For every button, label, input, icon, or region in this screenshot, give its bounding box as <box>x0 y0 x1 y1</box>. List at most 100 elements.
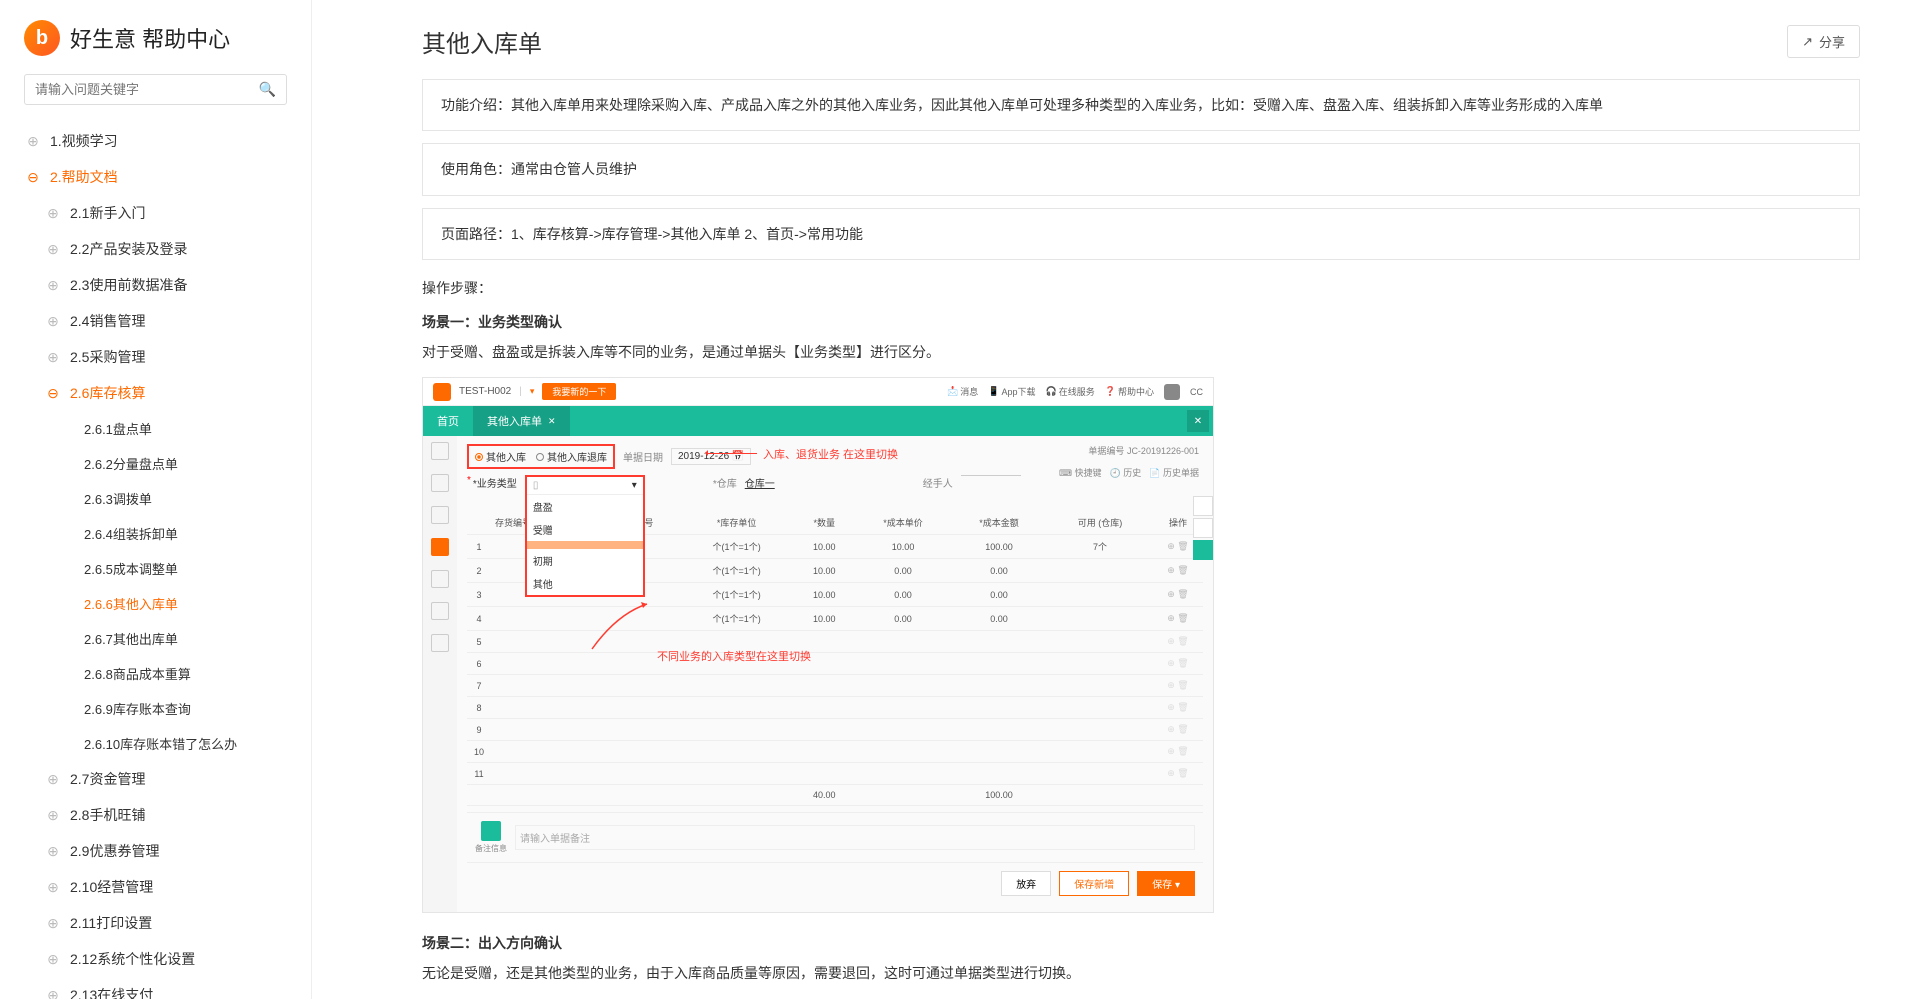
logo-header: b 好生意 帮助中心 <box>24 20 287 56</box>
ss-dd-opt[interactable]: 其他 <box>527 572 643 595</box>
ss-dd-opt[interactable]: 盘盈 <box>527 495 643 518</box>
ss-date-label: 单据日期 <box>623 449 663 464</box>
nav-label: 2.6.10库存账本错了怎么办 <box>84 734 237 753</box>
ss-rbtn[interactable] <box>1193 496 1213 516</box>
ss-biztype-dropdown[interactable]: ▯▾ 盘盈 受赠 初期 其他 <box>525 475 645 597</box>
ss-radio-return[interactable]: 其他入库退库 <box>536 449 607 464</box>
table-row-empty[interactable]: 7⊕ 🗑 <box>467 675 1203 697</box>
nav-2-5[interactable]: ⊕2.5采购管理 <box>44 339 287 375</box>
nav-2-9[interactable]: ⊕2.9优惠券管理 <box>44 833 287 869</box>
steps-heading: 操作步骤： <box>422 278 1860 298</box>
nav-label: 2.5采购管理 <box>70 347 145 367</box>
nav-label: 2.6.3调拨单 <box>84 489 152 508</box>
nav-2-6-1[interactable]: 2.6.1盘点单 <box>84 411 287 446</box>
nav-2-6-3[interactable]: 2.6.3调拨单 <box>84 481 287 516</box>
ss-arrow-annotation <box>587 604 657 654</box>
plus-icon: ⊕ <box>44 878 62 896</box>
ss-radio-in[interactable]: 其他入库 <box>475 449 526 464</box>
plus-icon: ⊕ <box>44 312 62 330</box>
ss-nav-icon[interactable] <box>431 634 449 652</box>
ss-nav-icon[interactable] <box>431 506 449 524</box>
table-row-empty[interactable]: 5⊕ 🗑 <box>467 631 1203 653</box>
path-box: 页面路径：1、库存核算->库存管理->其他入库单 2、首页->常用功能 <box>422 208 1860 260</box>
ss-save-new-button[interactable]: 保存新增 <box>1059 871 1129 896</box>
ss-tabs: 首页 其他入库单✕ ✕ <box>423 406 1213 436</box>
ss-handler-input[interactable] <box>961 475 1021 476</box>
ss-nav-icon[interactable] <box>431 602 449 620</box>
ss-account: TEST-H002 <box>459 386 511 397</box>
plus-icon: ⊕ <box>44 240 62 258</box>
table-row-empty[interactable]: 11⊕ 🗑 <box>467 763 1203 785</box>
plus-icon: ⊕ <box>44 950 62 968</box>
ss-tab-current[interactable]: 其他入库单✕ <box>473 406 570 436</box>
nav-2-12[interactable]: ⊕2.12系统个性化设置 <box>44 941 287 977</box>
nav-help-docs[interactable]: ⊖ 2.帮助文档 <box>24 159 287 195</box>
ss-avatar-icon[interactable] <box>1164 384 1180 400</box>
ss-dd-opt[interactable]: 受赠 <box>527 518 643 541</box>
ss-memo-input[interactable]: 请输入单据备注 <box>515 825 1195 850</box>
share-button[interactable]: ↗ 分享 <box>1787 25 1860 58</box>
table-row-empty[interactable]: 9⊕ 🗑 <box>467 719 1203 741</box>
radio-icon <box>536 453 544 461</box>
ss-new-button[interactable]: 我要新的一下 <box>542 383 616 400</box>
ss-dd-opt[interactable] <box>527 541 643 549</box>
logo-icon: b <box>24 20 60 56</box>
ss-help[interactable]: ❓ 帮助中心 <box>1105 385 1154 398</box>
ss-topright: 📩 消息 📱 App下载 🎧 在线服务 ❓ 帮助中心 CC <box>947 384 1203 400</box>
nav-2-6-8[interactable]: 2.6.8商品成本重算 <box>84 656 287 691</box>
ss-nav-icon[interactable] <box>431 474 449 492</box>
minus-icon: ⊖ <box>24 168 42 186</box>
nav-2-6-6[interactable]: 2.6.6其他入库单 <box>84 586 287 621</box>
ss-app[interactable]: 📱 App下载 <box>988 385 1035 398</box>
nav-label: 2.13在线支付 <box>70 985 153 999</box>
ss-leftnav <box>423 436 457 912</box>
table-row[interactable]: 4个(1个=1个)10.000.000.00⊕ 🗑 <box>467 607 1203 631</box>
nav-2-6-2[interactable]: 2.6.2分量盘点单 <box>84 446 287 481</box>
nav-video-learning[interactable]: ⊕ 1.视频学习 <box>24 123 287 159</box>
nav-2-10[interactable]: ⊕2.10经营管理 <box>44 869 287 905</box>
search-input[interactable] <box>35 82 259 97</box>
table-row-empty[interactable]: 8⊕ 🗑 <box>467 697 1203 719</box>
scene2-text1: 无论是受赠，还是其他类型的业务，由于入库商品质量等原因，需要退回，这时可通过单据… <box>422 961 1860 986</box>
ss-rbtn-active[interactable] <box>1193 540 1213 560</box>
ss-svc[interactable]: 🎧 在线服务 <box>1046 385 1095 398</box>
nav-2-6-4[interactable]: 2.6.4组装拆卸单 <box>84 516 287 551</box>
ss-tab-home[interactable]: 首页 <box>423 406 473 436</box>
nav-2-2[interactable]: ⊕2.2产品安装及登录 <box>44 231 287 267</box>
nav-2-13[interactable]: ⊕2.13在线支付 <box>44 977 287 999</box>
ss-date-input[interactable]: 2019-12-26 📅 <box>671 448 751 465</box>
ss-msg[interactable]: 📩 消息 <box>947 385 978 398</box>
ss-nav-icon[interactable] <box>431 442 449 460</box>
ss-nav-icon-active[interactable] <box>431 538 449 556</box>
search-box[interactable]: 🔍 <box>24 74 287 105</box>
search-icon[interactable]: 🔍 <box>259 81 276 98</box>
ss-tab-close-all[interactable]: ✕ <box>1187 410 1209 432</box>
ss-rbtn[interactable] <box>1193 518 1213 538</box>
nav-2-6-9[interactable]: 2.6.9库存账本查询 <box>84 691 287 726</box>
nav-2-1[interactable]: ⊕2.1新手入门 <box>44 195 287 231</box>
nav-2-6-5[interactable]: 2.6.5成本调整单 <box>84 551 287 586</box>
close-icon[interactable]: ✕ <box>548 416 556 427</box>
nav-2-6[interactable]: ⊖2.6库存核算 <box>44 375 287 411</box>
nav-2-7[interactable]: ⊕2.7资金管理 <box>44 761 287 797</box>
nav-label: 2.4销售管理 <box>70 311 145 331</box>
nav-2-11[interactable]: ⊕2.11打印设置 <box>44 905 287 941</box>
sidebar: b 好生意 帮助中心 🔍 ⊕ 1.视频学习 ⊖ 2.帮助文档 ⊕2.1新手入门 … <box>0 0 312 999</box>
table-row-empty[interactable]: 6⊕ 🗑 <box>467 653 1203 675</box>
table-row-empty[interactable]: 10⊕ 🗑 <box>467 741 1203 763</box>
ss-discard-button[interactable]: 放弃 <box>1001 871 1051 896</box>
nav-label: 2.6.8商品成本重算 <box>84 664 191 683</box>
nav-2-8[interactable]: ⊕2.8手机旺铺 <box>44 797 287 833</box>
ss-dd-opt[interactable]: 初期 <box>527 549 643 572</box>
path-label: 页面路径： <box>441 226 511 242</box>
ss-nav-icon[interactable] <box>431 570 449 588</box>
embedded-screenshot: TEST-H002 | ▾ 我要新的一下 📩 消息 📱 App下载 🎧 在线服务… <box>422 377 1214 913</box>
ss-save-button[interactable]: 保存 ▾ <box>1137 871 1195 896</box>
ss-wh-value[interactable]: 仓库一 <box>745 475 775 490</box>
nav-2-4[interactable]: ⊕ 2.4销售管理 <box>44 303 287 339</box>
plus-icon: ⊕ <box>44 204 62 222</box>
nav-2-6-10[interactable]: 2.6.10库存账本错了怎么办 <box>84 726 287 761</box>
nav-label: 2.6.4组装拆卸单 <box>84 524 178 543</box>
nav-2-3[interactable]: ⊕2.3使用前数据准备 <box>44 267 287 303</box>
nav-2-6-7[interactable]: 2.6.7其他出库单 <box>84 621 287 656</box>
